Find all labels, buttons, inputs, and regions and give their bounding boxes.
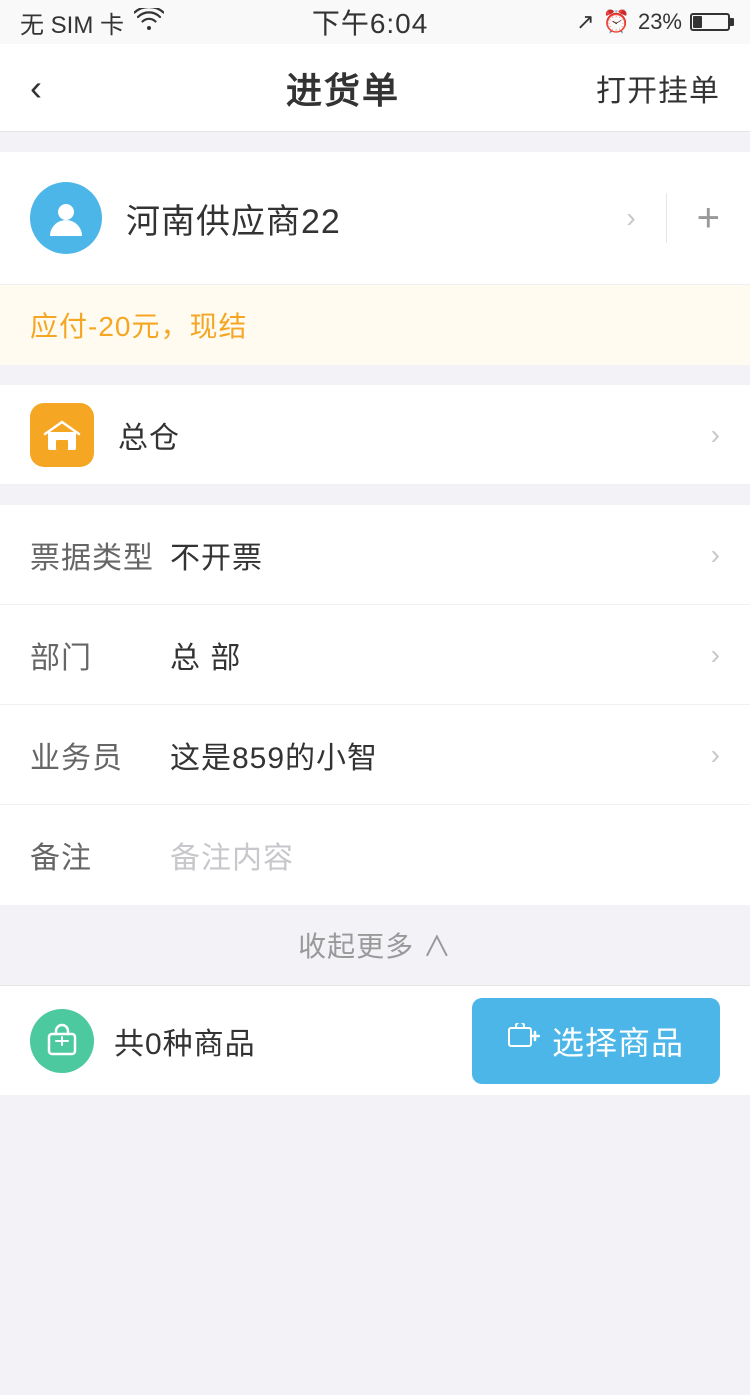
bottom-bar: 共0种商品 选择商品 [0, 985, 750, 1095]
note-row[interactable]: 备注 备注内容 [0, 805, 750, 905]
department-value: 总 部 [170, 633, 701, 677]
vertical-divider [666, 193, 667, 243]
carrier-text: 无 SIM 卡 [20, 5, 124, 40]
supplier-section: 河南供应商22 › + 应付-20元，现结 [0, 152, 750, 365]
select-product-button[interactable]: 选择商品 [472, 998, 720, 1084]
warehouse-icon-wrap [30, 403, 94, 467]
product-icon-wrap [30, 1009, 94, 1073]
form-section: 票据类型 不开票 › 部门 总 部 › 业务员 这是859的小智 › 备注 备注… [0, 505, 750, 905]
select-product-label: 选择商品 [552, 1018, 684, 1064]
section-gap-2 [0, 365, 750, 385]
warehouse-name: 总仓 [118, 413, 701, 457]
page-title: 进货单 [286, 62, 400, 114]
section-gap-1 [0, 132, 750, 152]
invoice-type-chevron-icon: › [711, 539, 720, 571]
invoice-type-label: 票据类型 [30, 533, 170, 577]
battery-pct: 23% [638, 9, 682, 35]
note-label: 备注 [30, 833, 170, 877]
invoice-type-row[interactable]: 票据类型 不开票 › [0, 505, 750, 605]
sales-rep-row[interactable]: 业务员 这是859的小智 › [0, 705, 750, 805]
department-row[interactable]: 部门 总 部 › [0, 605, 750, 705]
location-icon: ↗ [576, 9, 594, 35]
notice-banner: 应付-20元，现结 [0, 285, 750, 365]
nav-bar: ‹ 进货单 打开挂单 [0, 44, 750, 132]
status-left: 无 SIM 卡 [20, 5, 164, 40]
alarm-icon: ⏰ [603, 9, 630, 35]
department-label: 部门 [30, 633, 170, 677]
select-product-icon [508, 1023, 540, 1059]
sales-rep-value: 这是859的小智 [170, 733, 701, 777]
wifi-icon [134, 8, 164, 37]
section-gap-3 [0, 485, 750, 505]
supplier-chevron-icon: › [626, 202, 635, 234]
supplier-row[interactable]: 河南供应商22 › + [0, 152, 750, 285]
status-bar: 无 SIM 卡 下午6:04 ↗ ⏰ 23% [0, 0, 750, 44]
collapse-row[interactable]: 收起更多 ∧ [0, 905, 750, 985]
supplier-avatar [30, 182, 102, 254]
open-pending-button[interactable]: 打开挂单 [596, 66, 720, 110]
warehouse-chevron-icon: › [711, 419, 720, 451]
battery-icon [690, 13, 730, 31]
department-chevron-icon: › [711, 639, 720, 671]
warehouse-row[interactable]: 总仓 › [0, 385, 750, 485]
collapse-label: 收起更多 ∧ [298, 925, 452, 965]
time-display: 下午6:04 [312, 2, 429, 42]
sales-rep-chevron-icon: › [711, 739, 720, 771]
supplier-name: 河南供应商22 [126, 194, 626, 243]
sales-rep-label: 业务员 [30, 733, 170, 777]
add-supplier-button[interactable]: + [697, 196, 720, 241]
gray-background-area [0, 1095, 750, 1395]
invoice-type-value: 不开票 [170, 533, 701, 577]
note-value[interactable]: 备注内容 [170, 833, 720, 877]
back-button[interactable]: ‹ [30, 67, 90, 109]
product-count-label: 共0种商品 [114, 1019, 472, 1063]
status-right: ↗ ⏰ 23% [576, 9, 730, 35]
warehouse-section: 总仓 › [0, 385, 750, 485]
